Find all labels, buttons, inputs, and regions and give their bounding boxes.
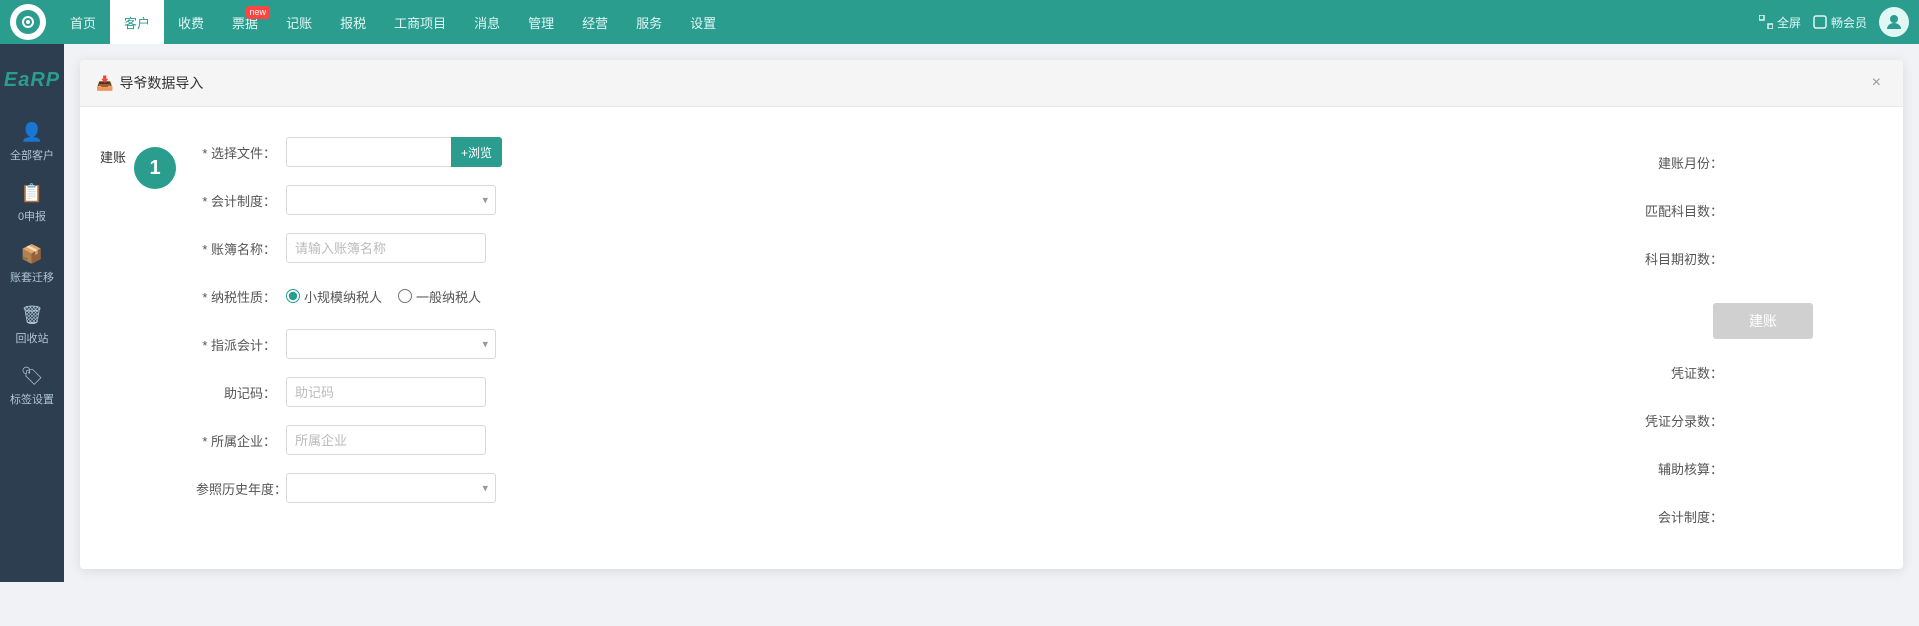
member-button[interactable]: 畅会员	[1813, 14, 1867, 31]
declaration-icon: 📋	[21, 183, 43, 204]
recycle-bin-icon: 🗑	[21, 305, 44, 326]
accountant-select[interactable]	[286, 329, 496, 359]
voucher-entry-label: 凭证分录数：	[1643, 411, 1723, 430]
label-settings-icon: 🏷	[21, 366, 44, 387]
sidebar-item-declaration[interactable]: 📋 0申报	[0, 173, 64, 234]
logo[interactable]	[10, 4, 46, 40]
nav-item-messages[interactable]: 消息	[460, 0, 514, 44]
right-info-panel: 建账月份： 匹配科目数： 科目期初数： 建账 凭证数：	[1623, 137, 1883, 549]
nav-item-customers[interactable]: 客户	[110, 0, 164, 44]
tax-type-radio-group: 小规模纳税人 一般纳税人	[286, 281, 481, 311]
nav-item-settings[interactable]: 设置	[676, 0, 730, 44]
nav-item-management[interactable]: 管理	[514, 0, 568, 44]
company-label: * 所属企业：	[196, 431, 276, 450]
nav-item-business[interactable]: 工商项目	[380, 0, 460, 44]
accounting-system-label: * 会计制度：	[196, 191, 276, 210]
tax-general-option[interactable]: 一般纳税人	[398, 287, 481, 306]
migration-icon: 📦	[21, 244, 43, 265]
build-month-value	[1731, 147, 1883, 177]
nav-item-home[interactable]: 首页	[56, 0, 110, 44]
nav-item-operations[interactable]: 经营	[568, 0, 622, 44]
nav-item-services[interactable]: 服务	[622, 0, 676, 44]
sidebar-item-label-settings[interactable]: 🏷 标签设置	[0, 356, 64, 417]
file-input[interactable]	[286, 137, 451, 167]
step-indicator: 建账 1	[100, 137, 176, 549]
tax-type-label: * 纳税性质：	[196, 287, 276, 306]
sidebar: EaRP 👤 全部客户 📋 0申报 📦 账套迁移 🗑 回收站 🏷 标签设置	[0, 44, 64, 582]
initial-subjects-row: 科目期初数：	[1643, 243, 1883, 273]
accounting-system-select[interactable]	[286, 185, 496, 215]
fullscreen-button[interactable]: 全屏	[1759, 14, 1801, 31]
user-avatar[interactable]	[1879, 7, 1909, 37]
step-circle: 1	[134, 147, 176, 189]
build-account-button[interactable]: 建账	[1713, 303, 1813, 339]
accountant-row: * 指派会计：	[196, 329, 1623, 359]
memo-code-row: 助记码：	[196, 377, 1623, 407]
right-accounting-system-label: 会计制度：	[1643, 507, 1723, 526]
memo-code-label: 助记码：	[196, 383, 276, 402]
close-button[interactable]: ×	[1866, 72, 1887, 94]
accountant-label: * 指派会计：	[196, 335, 276, 354]
all-customers-icon: 👤	[21, 122, 43, 143]
voucher-count-row: 凭证数：	[1643, 357, 1883, 387]
voucher-entry-value	[1731, 405, 1883, 435]
history-year-row: 参照历史年度：	[196, 473, 1623, 503]
accounting-system-select-wrapper	[286, 185, 496, 215]
accounting-system-row: * 会计制度：	[196, 185, 1623, 215]
main-content: 📥 导爷数据导入 × 建账 1 * 选择文件： +浏览	[64, 44, 1919, 582]
aux-accounting-value	[1731, 453, 1883, 483]
nav-items: 首页 客户 收费 票据 new 记账 报税 工商项目 消息 管理 经营 服务 设…	[56, 0, 1759, 44]
match-subjects-value	[1731, 195, 1883, 225]
tax-small-scale-option[interactable]: 小规模纳税人	[286, 287, 382, 306]
sidebar-item-account-migration[interactable]: 📦 账套迁移	[0, 234, 64, 295]
history-year-select[interactable]	[286, 473, 496, 503]
file-label: * 选择文件：	[196, 143, 276, 162]
import-icon: 📥	[96, 75, 113, 92]
company-input[interactable]	[286, 425, 486, 455]
form-fields: * 选择文件： +浏览 * 会计制度：	[196, 137, 1623, 549]
tax-type-row: * 纳税性质： 小规模纳税人 一般纳税人	[196, 281, 1623, 311]
nav-item-bookkeeping[interactable]: 记账	[272, 0, 326, 44]
accountant-select-wrapper	[286, 329, 496, 359]
sidebar-logo: EaRP	[4, 52, 60, 108]
tax-small-scale-radio[interactable]	[286, 289, 300, 303]
voucher-entry-row: 凭证分录数：	[1643, 405, 1883, 435]
voucher-count-label: 凭证数：	[1643, 363, 1723, 382]
memo-code-input[interactable]	[286, 377, 486, 407]
file-input-group: +浏览	[286, 137, 502, 167]
dialog-header: 📥 导爷数据导入 ×	[80, 60, 1903, 107]
tax-general-radio[interactable]	[398, 289, 412, 303]
nav-item-bills[interactable]: 票据 new	[218, 0, 272, 44]
aux-accounting-label: 辅助核算：	[1643, 459, 1723, 478]
history-year-label: 参照历史年度：	[196, 479, 276, 498]
history-year-select-wrapper	[286, 473, 496, 503]
nav-item-fees[interactable]: 收费	[164, 0, 218, 44]
file-row: * 选择文件： +浏览	[196, 137, 1623, 167]
nav-right-area: 全屏 畅会员	[1759, 7, 1909, 37]
ledger-name-row: * 账簿名称：	[196, 233, 1623, 263]
build-month-label: 建账月份：	[1643, 153, 1723, 172]
initial-subjects-value	[1731, 243, 1883, 273]
ledger-name-label: * 账簿名称：	[196, 239, 276, 258]
nav-item-tax[interactable]: 报税	[326, 0, 380, 44]
aux-accounting-row: 辅助核算：	[1643, 453, 1883, 483]
form-area: 建账 1 * 选择文件： +浏览 * 会计制度：	[80, 107, 1903, 569]
build-btn-area: 建账	[1643, 303, 1883, 339]
match-subjects-label: 匹配科目数：	[1643, 201, 1723, 220]
ledger-name-input[interactable]	[286, 233, 486, 263]
right-accounting-system-value	[1731, 501, 1883, 531]
company-row: * 所属企业：	[196, 425, 1623, 455]
dialog-panel: 📥 导爷数据导入 × 建账 1 * 选择文件： +浏览	[80, 60, 1903, 569]
match-subjects-row: 匹配科目数：	[1643, 195, 1883, 225]
top-navigation: 首页 客户 收费 票据 new 记账 报税 工商项目 消息 管理 经营 服务 设…	[0, 0, 1919, 44]
right-accounting-system-row: 会计制度：	[1643, 501, 1883, 531]
sidebar-item-recycle-bin[interactable]: 🗑 回收站	[0, 295, 64, 356]
browse-button[interactable]: +浏览	[451, 137, 502, 167]
new-badge: new	[246, 6, 271, 19]
voucher-count-value	[1731, 357, 1883, 387]
build-month-row: 建账月份：	[1643, 147, 1883, 177]
dialog-title: 📥 导爷数据导入	[96, 73, 203, 93]
initial-subjects-label: 科目期初数：	[1643, 249, 1723, 268]
sidebar-item-all-customers[interactable]: 👤 全部客户	[0, 112, 64, 173]
